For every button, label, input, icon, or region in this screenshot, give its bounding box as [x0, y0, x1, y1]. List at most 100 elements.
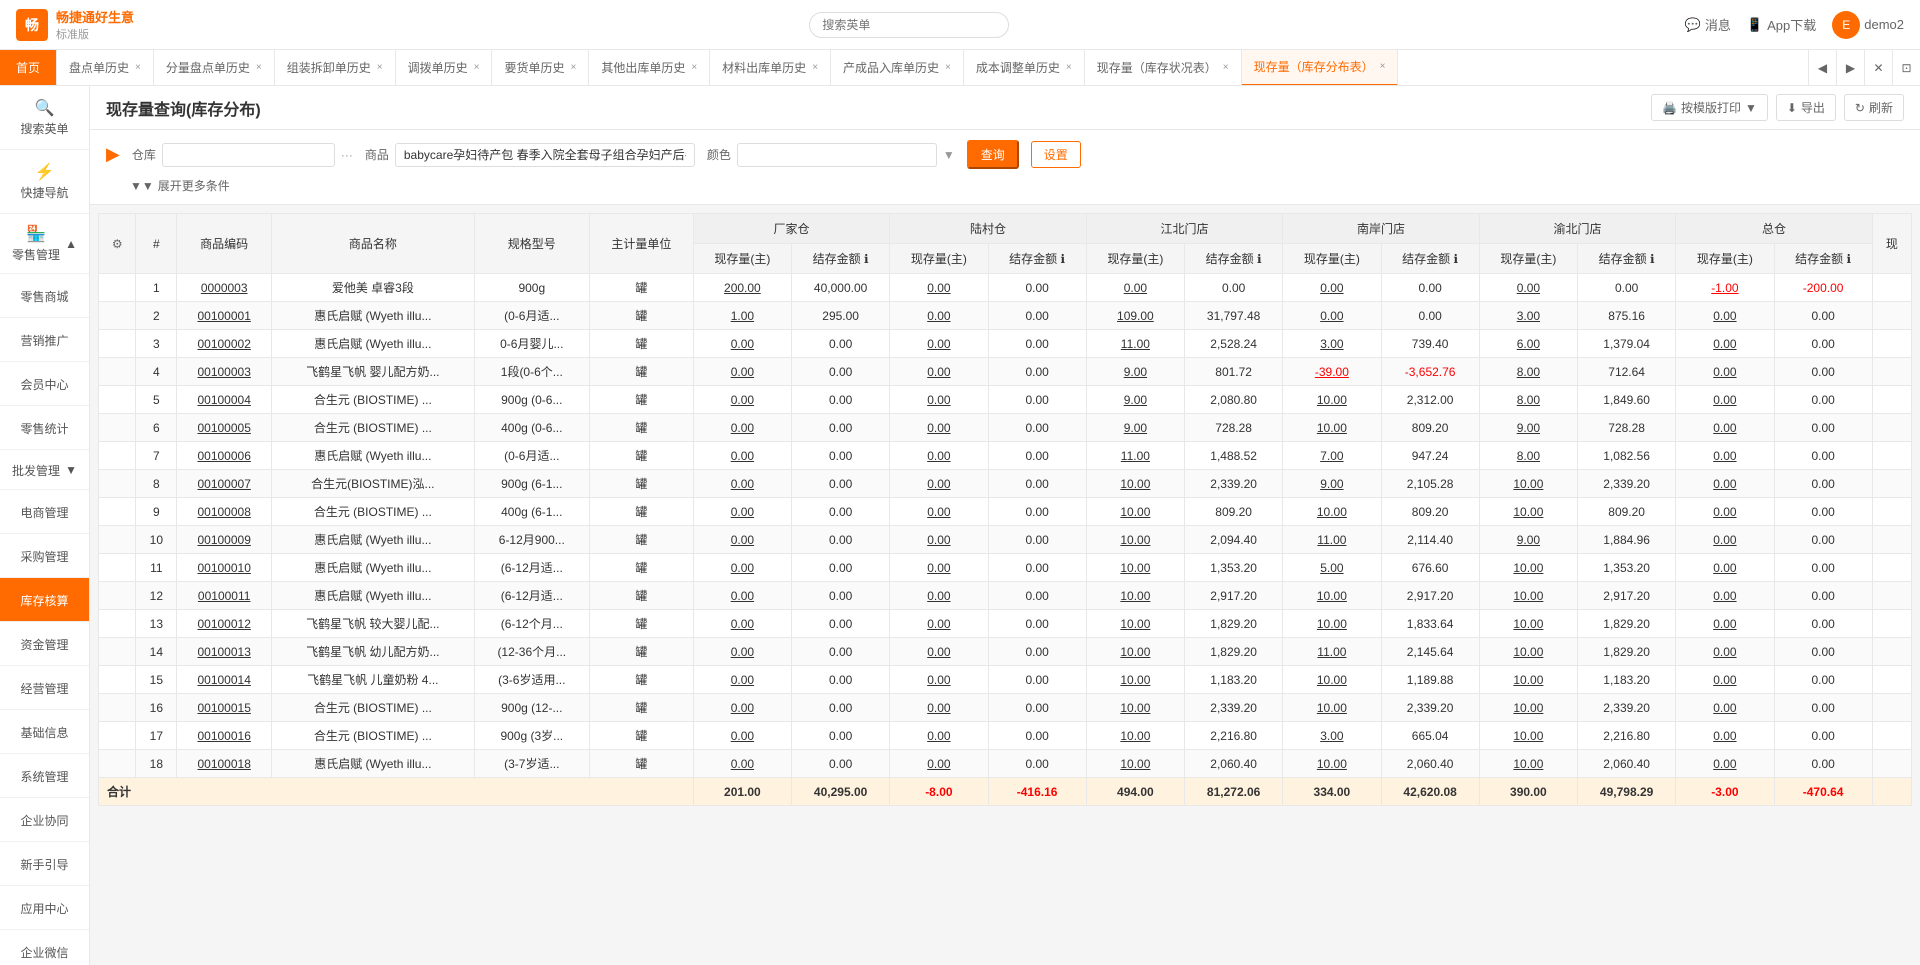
cell-na-qty[interactable]: 9.00 — [1283, 470, 1381, 498]
cell-code[interactable]: 0000003 — [177, 274, 272, 302]
cell-cj-qty[interactable]: 0.00 — [693, 582, 791, 610]
cell-yb-qty[interactable]: 8.00 — [1479, 442, 1577, 470]
cell-yb-qty[interactable]: 10.00 — [1479, 666, 1577, 694]
cell-na-qty[interactable]: 10.00 — [1283, 414, 1381, 442]
search-input[interactable] — [809, 12, 1009, 38]
cell-lc-qty[interactable]: 0.00 — [890, 386, 988, 414]
cell-yb-qty[interactable]: 10.00 — [1479, 554, 1577, 582]
cell-jb-qty[interactable]: 10.00 — [1086, 470, 1184, 498]
cell-yb-qty[interactable]: 10.00 — [1479, 750, 1577, 778]
cell-jb-qty[interactable]: 9.00 — [1086, 386, 1184, 414]
cell-jb-qty[interactable]: 10.00 — [1086, 638, 1184, 666]
tab-9[interactable]: 成本调整单历史 × — [964, 50, 1085, 86]
cell-cj-qty[interactable]: 0.00 — [693, 386, 791, 414]
sidebar-item-stats[interactable]: 零售统计 — [0, 406, 89, 450]
cell-zc-qty[interactable]: 0.00 — [1676, 750, 1774, 778]
cell-yb-qty[interactable]: 8.00 — [1479, 358, 1577, 386]
cell-code[interactable]: 00100010 — [177, 554, 272, 582]
cell-zc-qty[interactable]: 0.00 — [1676, 694, 1774, 722]
sidebar-item-member[interactable]: 会员中心 — [0, 362, 89, 406]
cell-lc-qty[interactable]: 0.00 — [890, 470, 988, 498]
sidebar-item-basic[interactable]: 基础信息 — [0, 710, 89, 754]
cell-jb-qty[interactable]: 9.00 — [1086, 358, 1184, 386]
cell-lc-qty[interactable]: 0.00 — [890, 414, 988, 442]
cell-zc-qty[interactable]: 0.00 — [1676, 554, 1774, 582]
cell-yb-qty[interactable]: 3.00 — [1479, 302, 1577, 330]
cell-lc-qty[interactable]: 0.00 — [890, 498, 988, 526]
tab-5[interactable]: 要货单历史 × — [492, 50, 589, 86]
cell-yb-qty[interactable]: 9.00 — [1479, 414, 1577, 442]
close-icon[interactable]: × — [691, 62, 697, 73]
tab-7[interactable]: 材料出库单历史 × — [710, 50, 831, 86]
sidebar-item-marketing[interactable]: 营销推广 — [0, 318, 89, 362]
close-icon[interactable]: × — [570, 62, 576, 73]
sidebar-item-wholesale[interactable]: 批发管理 ▼ — [0, 450, 89, 490]
cell-cj-qty[interactable]: 0.00 — [693, 694, 791, 722]
cell-jb-qty[interactable]: 9.00 — [1086, 414, 1184, 442]
cell-cj-qty[interactable]: 0.00 — [693, 330, 791, 358]
cell-jb-qty[interactable]: 10.00 — [1086, 498, 1184, 526]
cell-lc-qty[interactable]: 0.00 — [890, 554, 988, 582]
cell-code[interactable]: 00100016 — [177, 722, 272, 750]
tab-next-btn[interactable]: ▶ — [1836, 50, 1864, 86]
cell-code[interactable]: 00100005 — [177, 414, 272, 442]
sidebar-item-nav[interactable]: ⚡ 快捷导航 — [0, 150, 89, 214]
cell-cj-qty[interactable]: 0.00 — [693, 666, 791, 694]
sidebar-item-search[interactable]: 🔍 搜索英单 — [0, 86, 89, 150]
sidebar-item-system[interactable]: 系统管理 — [0, 754, 89, 798]
sidebar-item-corp[interactable]: 企业协同 — [0, 798, 89, 842]
cell-code[interactable]: 00100009 — [177, 526, 272, 554]
cell-zc-qty[interactable]: 0.00 — [1676, 302, 1774, 330]
cell-cj-qty[interactable]: 0.00 — [693, 526, 791, 554]
close-icon[interactable]: × — [474, 62, 480, 73]
close-icon[interactable]: × — [135, 62, 141, 73]
cell-yb-qty[interactable]: 10.00 — [1479, 582, 1577, 610]
message-btn[interactable]: 💬 消息 — [1685, 15, 1731, 34]
color-dropdown-icon[interactable]: ▼ — [943, 148, 955, 162]
cell-jb-qty[interactable]: 11.00 — [1086, 330, 1184, 358]
cell-zc-qty[interactable]: 0.00 — [1676, 526, 1774, 554]
cell-cj-qty[interactable]: 0.00 — [693, 610, 791, 638]
cell-cj-qty[interactable]: 0.00 — [693, 722, 791, 750]
tab-8[interactable]: 产成品入库单历史 × — [831, 50, 964, 86]
cell-yb-qty[interactable]: 10.00 — [1479, 498, 1577, 526]
settings-btn[interactable]: 设置 — [1031, 141, 1081, 168]
close-icon[interactable]: × — [1380, 61, 1386, 72]
tab-1[interactable]: 盘点单历史 × — [57, 50, 154, 86]
cell-zc-qty[interactable]: 0.00 — [1676, 638, 1774, 666]
cell-zc-qty[interactable]: 0.00 — [1676, 442, 1774, 470]
cell-cj-qty[interactable]: 0.00 — [693, 638, 791, 666]
cell-na-qty[interactable]: 0.00 — [1283, 302, 1381, 330]
cell-jb-qty[interactable]: 10.00 — [1086, 722, 1184, 750]
app-download-btn[interactable]: 📱 App下载 — [1747, 15, 1816, 34]
cell-jb-qty[interactable]: 10.00 — [1086, 582, 1184, 610]
cell-na-qty[interactable]: 0.00 — [1283, 274, 1381, 302]
cell-zc-qty[interactable]: 0.00 — [1676, 358, 1774, 386]
cell-na-qty[interactable]: 3.00 — [1283, 330, 1381, 358]
cell-cj-qty[interactable]: 0.00 — [693, 470, 791, 498]
cell-na-qty[interactable]: 10.00 — [1283, 386, 1381, 414]
cell-code[interactable]: 00100008 — [177, 498, 272, 526]
sidebar-item-ecommerce[interactable]: 电商管理 — [0, 490, 89, 534]
cell-zc-qty[interactable]: 0.00 — [1676, 610, 1774, 638]
cell-yb-qty[interactable]: 0.00 — [1479, 274, 1577, 302]
cell-jb-qty[interactable]: 10.00 — [1086, 526, 1184, 554]
refresh-btn[interactable]: ↻ 刷新 — [1844, 94, 1904, 121]
cell-lc-qty[interactable]: 0.00 — [890, 638, 988, 666]
cell-zc-qty[interactable]: 0.00 — [1676, 330, 1774, 358]
cell-yb-qty[interactable]: 10.00 — [1479, 638, 1577, 666]
cell-jb-qty[interactable]: 10.00 — [1086, 694, 1184, 722]
sidebar-item-management[interactable]: 经营管理 — [0, 666, 89, 710]
tab-2[interactable]: 分量盘点单历史 × — [154, 50, 275, 86]
cell-zc-qty[interactable]: 0.00 — [1676, 470, 1774, 498]
cell-lc-qty[interactable]: 0.00 — [890, 330, 988, 358]
cell-yb-qty[interactable]: 10.00 — [1479, 470, 1577, 498]
cell-cj-qty[interactable]: 0.00 — [693, 554, 791, 582]
cell-jb-qty[interactable]: 11.00 — [1086, 442, 1184, 470]
cell-code[interactable]: 00100003 — [177, 358, 272, 386]
warehouse-input[interactable] — [162, 143, 335, 167]
close-icon[interactable]: × — [256, 62, 262, 73]
cell-yb-qty[interactable]: 10.00 — [1479, 694, 1577, 722]
cell-na-qty[interactable]: 5.00 — [1283, 554, 1381, 582]
warehouse-ellipsis-btn[interactable]: ··· — [341, 148, 353, 162]
